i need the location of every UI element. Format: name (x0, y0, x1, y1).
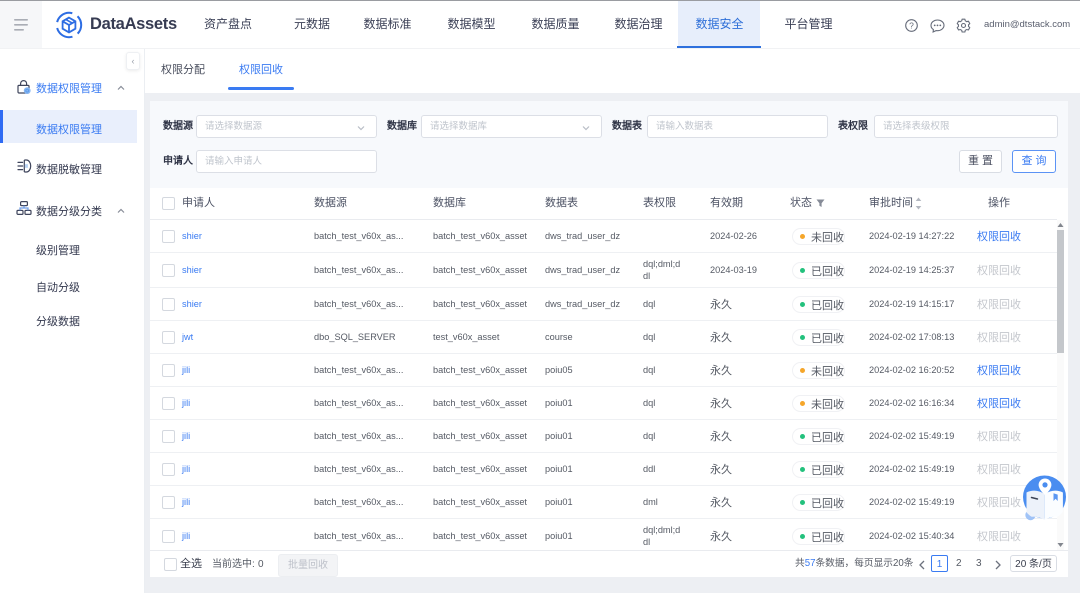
svg-text:?: ? (909, 20, 914, 30)
